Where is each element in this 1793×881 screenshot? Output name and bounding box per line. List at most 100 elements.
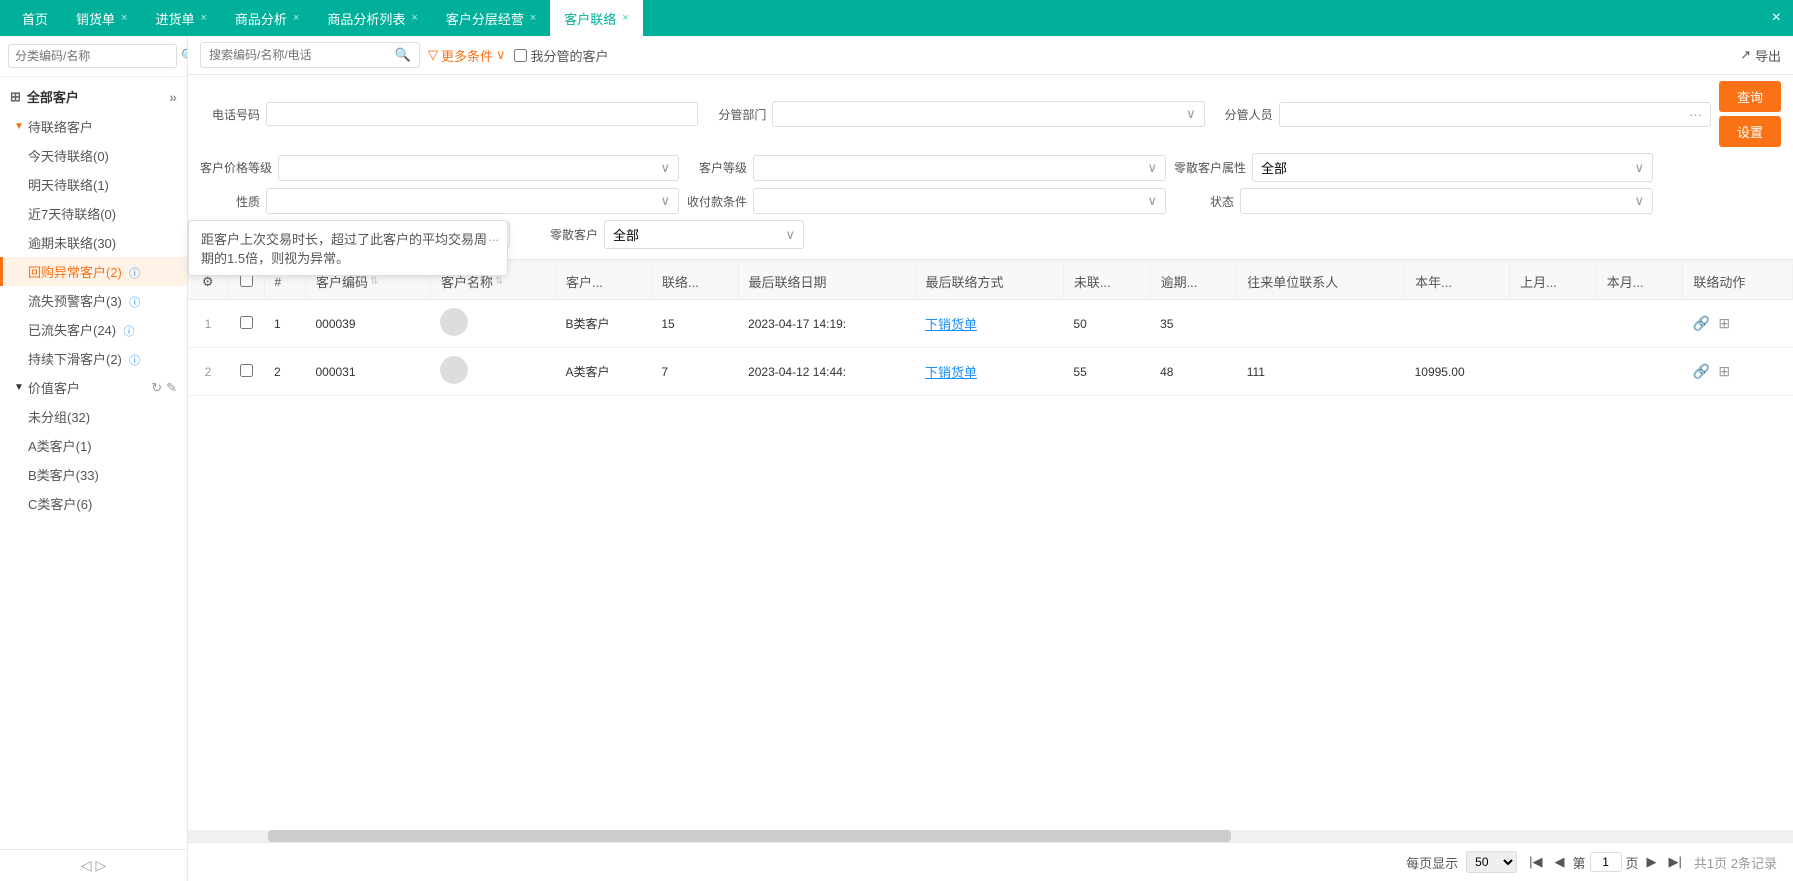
row2-link-icon[interactable]: 🔗	[1693, 363, 1710, 380]
close-customer-contact-icon[interactable]: ×	[622, 12, 628, 24]
code-sort-icon[interactable]: ⇅	[370, 276, 378, 287]
current-page-input[interactable]	[1590, 852, 1622, 872]
nav-customer-segment[interactable]: 客户分层经营 ×	[432, 0, 550, 36]
sidebar-item-loss-warning[interactable]: 流失预警客户(3) ⓘ	[0, 286, 187, 315]
nav-product-analysis[interactable]: 商品分析 ×	[221, 0, 313, 36]
close-all-tabs-icon[interactable]: ×	[1772, 9, 1781, 27]
row2-grid-icon[interactable]: ⊞	[1718, 363, 1730, 380]
close-sales-icon[interactable]: ×	[121, 12, 127, 24]
page-number-area: 第 页	[1573, 852, 1639, 872]
first-page-btn[interactable]: |◀	[1525, 852, 1546, 872]
sidebar-item-repurchase-anomaly[interactable]: 回购异常客户(2) ⓘ	[0, 257, 187, 286]
status-select[interactable]: ∨	[1240, 188, 1653, 214]
tooltip-more-icon[interactable]: ...	[488, 229, 499, 244]
sidebar-item-today[interactable]: 今天待联络(0)	[0, 141, 187, 170]
more-conditions-btn[interactable]: ▽ 更多条件 ∨	[428, 46, 506, 65]
export-btn[interactable]: ↗ 导出	[1740, 46, 1781, 65]
retail-attr-select[interactable]: 全部 ∨	[1252, 153, 1653, 182]
sidebar-content: ⊞ 全部客户 » ▼ 待联络客户 今天待联络(0) 明天待联络(1) 近7天待联…	[0, 77, 187, 849]
close-purchase-icon[interactable]: ×	[200, 12, 206, 24]
type-col-header: 客户...	[555, 264, 651, 300]
row1-actions: 🔗 ⊞	[1683, 300, 1793, 348]
sidebar-item-lost[interactable]: 已流失客户(24) ⓘ	[0, 315, 187, 344]
sidebar-item-declining[interactable]: 持续下滑客户(2) ⓘ	[0, 344, 187, 373]
row1-contact-link[interactable]: 下销货单	[925, 317, 977, 332]
filter-search-icon[interactable]: 🔍	[395, 47, 411, 63]
price-level-select[interactable]: ∨	[278, 155, 679, 181]
next-page-btn[interactable]: ▶	[1643, 852, 1661, 872]
customer-level-select[interactable]: ∨	[753, 155, 1166, 181]
horizontal-scrollbar[interactable]	[188, 830, 1793, 842]
nav-sales[interactable]: 销货单 ×	[62, 0, 141, 36]
info-icon-4: ⓘ	[129, 355, 140, 367]
close-product-analysis-icon[interactable]: ×	[293, 12, 299, 24]
refresh-icon[interactable]: ↻	[151, 380, 162, 396]
filter-search-input[interactable]	[209, 48, 395, 62]
sidebar-item-tomorrow[interactable]: 明天待联络(1)	[0, 170, 187, 199]
sidebar-item-7days[interactable]: 近7天待联络(0)	[0, 199, 187, 228]
row1-action-icons: 🔗 ⊞	[1693, 315, 1783, 332]
sidebar-group-value[interactable]: ▼ 价值客户 ↻ ✎	[0, 373, 187, 402]
sidebar-group-pending[interactable]: ▼ 待联络客户	[0, 112, 187, 141]
close-product-list-icon[interactable]: ×	[411, 12, 417, 24]
nav-home[interactable]: 首页	[8, 0, 62, 36]
row2-this-year: 10995.00	[1405, 348, 1510, 396]
manager-select[interactable]: ···	[1279, 102, 1711, 127]
row2-index: 2	[264, 348, 305, 396]
triangle-down-icon: ▼	[14, 121, 24, 132]
uncontacted-col-header: 未联...	[1063, 264, 1150, 300]
sidebar-item-overdue[interactable]: 逾期未联络(30)	[0, 228, 187, 257]
sidebar-item-c-class[interactable]: C类客户(6)	[0, 489, 187, 518]
my-customers-checkbox[interactable]	[514, 49, 527, 62]
per-page-select[interactable]: 50 20 100	[1466, 851, 1517, 873]
status-label: 状态	[1174, 193, 1234, 210]
customer-level-label: 客户等级	[687, 159, 747, 176]
nav-customer-contact[interactable]: 客户联络 ×	[550, 0, 642, 36]
contact-col-header: 联络...	[651, 264, 738, 300]
sidebar-item-ungrouped[interactable]: 未分组(32)	[0, 402, 187, 431]
filter-row-1: 电话号码 分管部门 ∨ 分管人员 ···	[200, 81, 1781, 147]
set-button[interactable]: 设置	[1719, 116, 1781, 147]
close-customer-segment-icon[interactable]: ×	[530, 12, 536, 24]
sidebar-item-b-class[interactable]: B类客户(33)	[0, 460, 187, 489]
nav-product-list[interactable]: 商品分析列表 ×	[313, 0, 431, 36]
manager-arrow-icon: ···	[1689, 107, 1702, 122]
sidebar-all-customers[interactable]: ⊞ 全部客户 »	[0, 81, 187, 112]
this-year-col-header: 本年...	[1405, 264, 1510, 300]
row2-action-icons: 🔗 ⊞	[1693, 363, 1783, 380]
row1-select-checkbox[interactable]	[240, 316, 253, 329]
last-page-btn[interactable]: ▶|	[1665, 852, 1686, 872]
row2-select-checkbox[interactable]	[240, 364, 253, 377]
row1-link-icon[interactable]: 🔗	[1693, 315, 1710, 332]
page-prefix-label: 第	[1573, 853, 1586, 872]
row2-contact-link[interactable]: 下销货单	[925, 365, 977, 380]
info-icon-2: ⓘ	[129, 297, 140, 309]
row2-contact: 7	[651, 348, 738, 396]
retail-customer-select[interactable]: 全部 ∨	[604, 220, 804, 249]
pay-terms-select[interactable]: ∨	[753, 188, 1166, 214]
filter-row-2: 客户价格等级 ∨ 客户等级 ∨ 零散客户属性 全部	[200, 153, 1781, 182]
query-button[interactable]: 查询	[1719, 81, 1781, 112]
filter-status: 状态 ∨	[1174, 188, 1653, 214]
prev-page-btn[interactable]: ◀	[1551, 852, 1569, 872]
nav-purchase[interactable]: 进货单 ×	[141, 0, 220, 36]
collapse-sidebar-icon[interactable]: »	[169, 89, 177, 105]
row1-grid-icon[interactable]: ⊞	[1718, 315, 1730, 332]
sidebar: 🔍 ⊞ 全部客户 » ▼ 待联络客户 今天待联络(0) 明天待联络(1) 近7天…	[0, 36, 188, 881]
sidebar-collapse-icon[interactable]: ◁ ▷	[81, 857, 106, 874]
sidebar-search-input[interactable]	[8, 44, 177, 68]
scrollbar-thumb[interactable]	[268, 830, 1231, 842]
gender-select[interactable]: ∨	[266, 188, 679, 214]
phone-input[interactable]	[266, 102, 698, 126]
row2-last-contact-type: 下销货单	[915, 348, 1063, 396]
row1-contact: 15	[651, 300, 738, 348]
dept-select[interactable]: ∨	[772, 101, 1204, 127]
name-sort-icon[interactable]: ⇅	[495, 276, 503, 287]
gender-label: 性质	[200, 193, 260, 210]
pagination: 每页显示 50 20 100 |◀ ◀ 第 页 ▶ ▶| 共1页 2条记录	[188, 842, 1793, 881]
row2-last-contact-date: 2023-04-12 14:44:	[738, 348, 915, 396]
sidebar-item-a-class[interactable]: A类客户(1)	[0, 431, 187, 460]
sidebar-search-icon[interactable]: 🔍	[181, 48, 188, 64]
avatar	[440, 356, 468, 384]
edit-icon[interactable]: ✎	[166, 380, 177, 396]
